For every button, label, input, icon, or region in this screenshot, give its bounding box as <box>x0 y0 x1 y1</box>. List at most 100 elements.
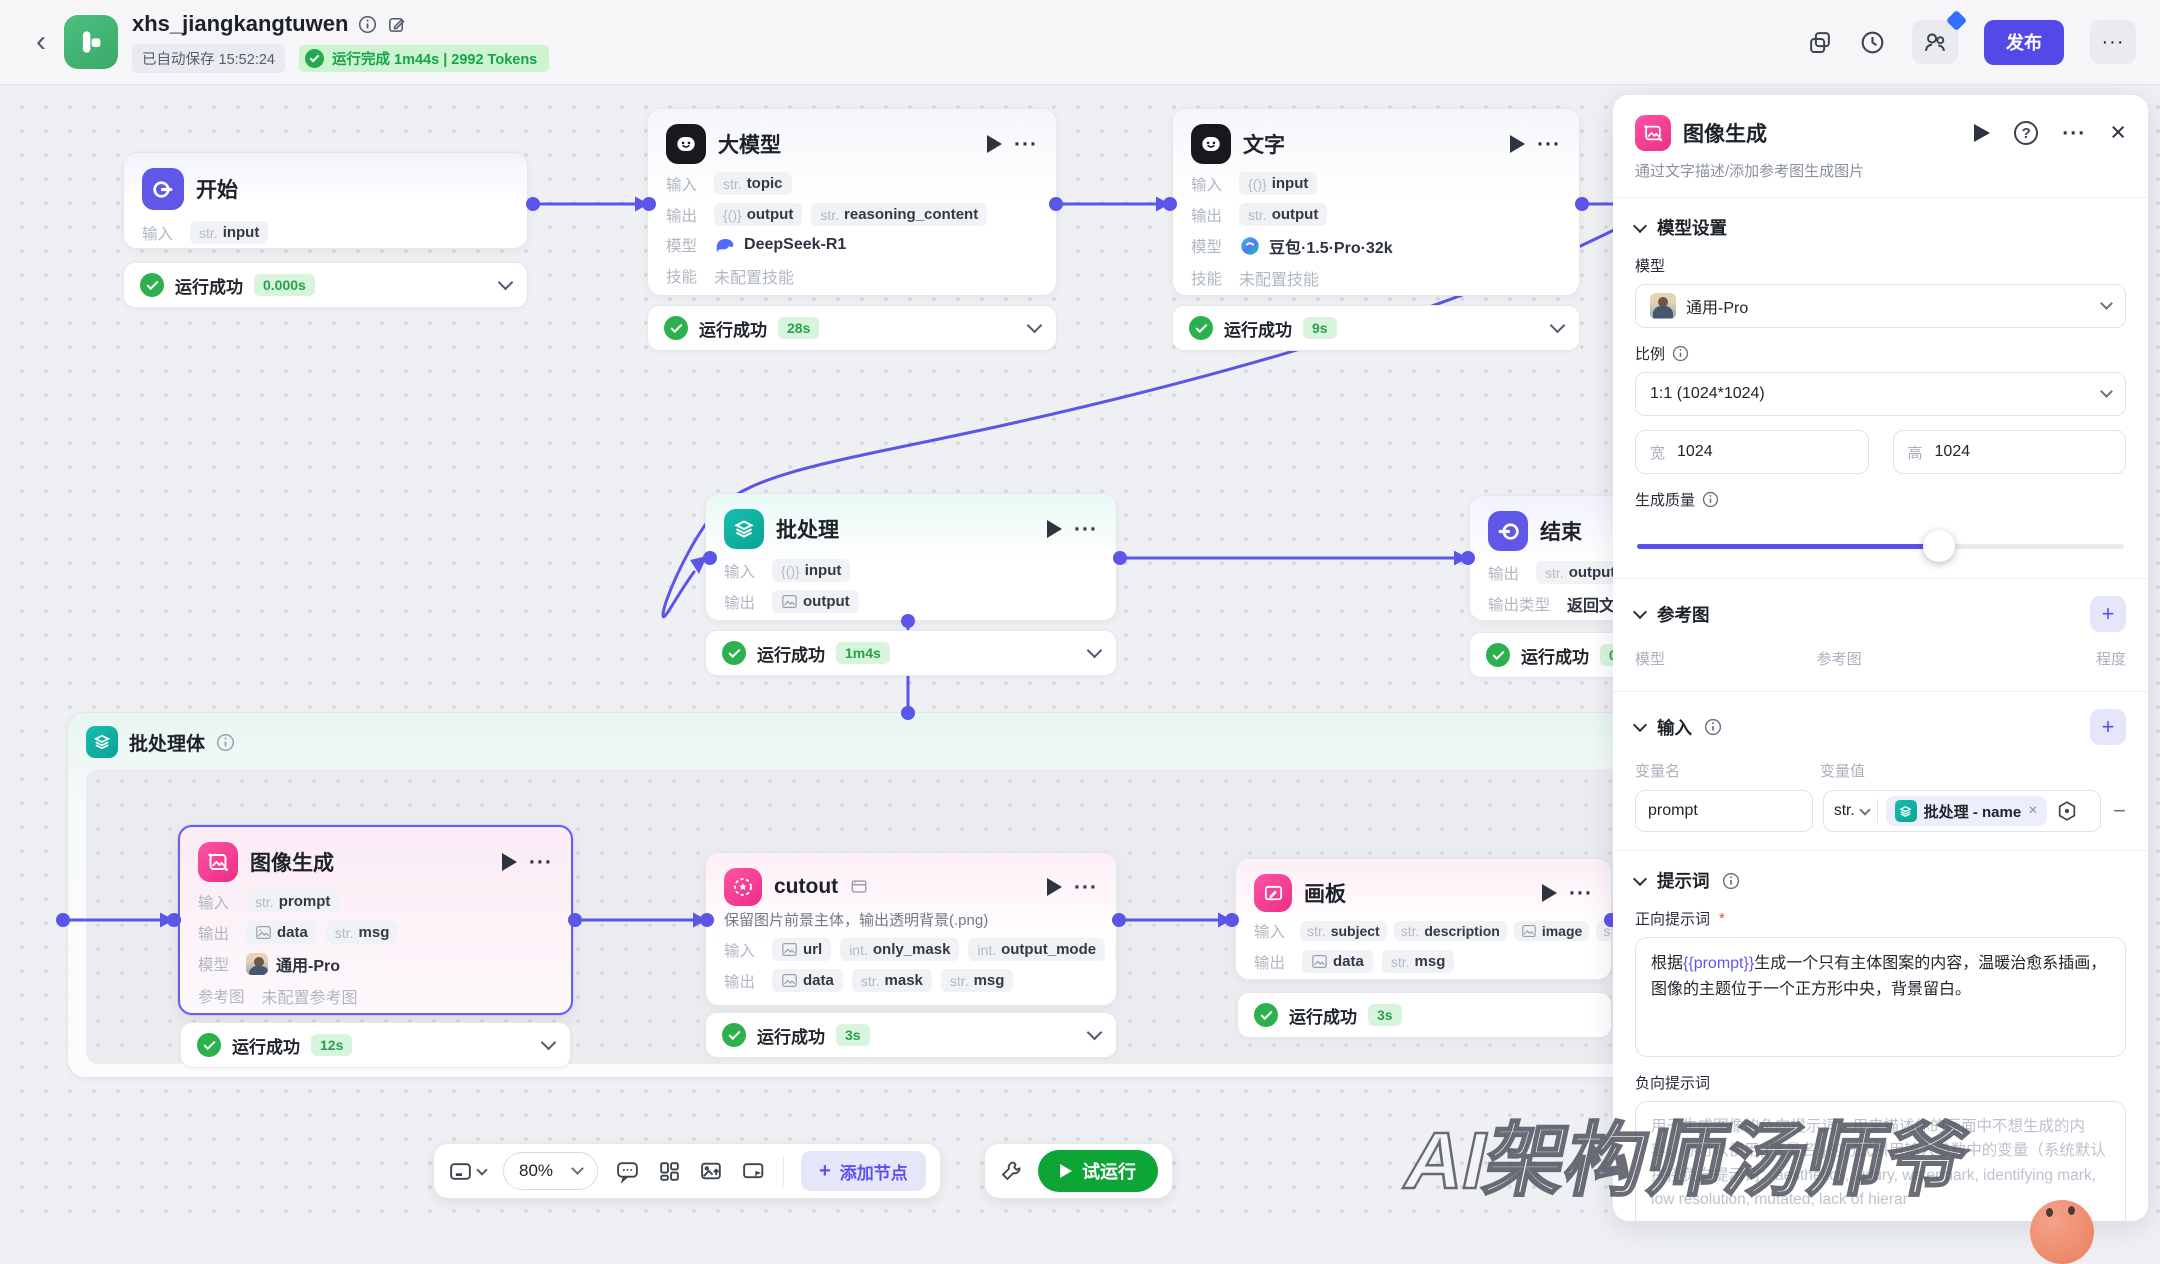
batch-icon <box>724 509 764 549</box>
node-board[interactable]: 画板 ··· 输入 str. subject str. description im… <box>1235 858 1612 980</box>
node-batch[interactable]: 批处理 ··· 输入 {()} input 输出 output <box>705 493 1117 621</box>
node-cutout[interactable]: cutout ··· 保留图片前景主体，输出透明背景(.png) 输入 url … <box>705 852 1117 1006</box>
param-badge: str. output <box>1239 203 1328 226</box>
run-status-image-generation[interactable]: 运行成功 12s <box>180 1022 571 1068</box>
edit-icon[interactable] <box>387 15 406 34</box>
node-llm[interactable]: 大模型 ··· 输入 str. topic 输出 {()} output str. r… <box>647 108 1057 296</box>
play-icon[interactable] <box>502 853 518 871</box>
more-icon[interactable]: ··· <box>529 852 553 873</box>
more-icon[interactable]: ··· <box>2062 123 2086 144</box>
info-icon[interactable] <box>358 15 377 34</box>
section-input[interactable]: 输入 + <box>1632 709 2126 745</box>
chevron-down-icon <box>2100 385 2113 398</box>
play-icon[interactable] <box>1510 135 1526 153</box>
chevron-down-icon <box>2100 297 2113 310</box>
more-icon[interactable]: ··· <box>1074 519 1098 540</box>
image-upload-icon[interactable] <box>699 1159 724 1184</box>
add-input-button[interactable]: + <box>2090 709 2126 745</box>
node-start[interactable]: 开始 输入 str. input <box>123 152 528 249</box>
run-status-start[interactable]: 运行成功 0.000s <box>123 262 528 308</box>
topbar: ‹ xhs_jiangkangtuwen 已自动保存 15:52:24 运行完成… <box>0 0 2160 85</box>
more-menu-button[interactable]: ··· <box>2090 20 2136 64</box>
success-icon <box>664 316 688 340</box>
run-status-board[interactable]: 运行成功 3s <box>1237 992 1612 1038</box>
export-canvas-icon[interactable] <box>741 1159 766 1184</box>
ratio-select[interactable]: 1:1 (1024*1024) <box>1635 372 2126 416</box>
success-icon <box>140 273 164 297</box>
param-badge: int. only_mask <box>840 938 960 961</box>
positive-prompt-label: 正向提示词 * <box>1635 910 1725 928</box>
add-reference-button[interactable]: + <box>2090 596 2126 632</box>
play-icon[interactable] <box>1047 878 1063 896</box>
chevron-down-icon[interactable] <box>1086 642 1103 659</box>
param-badge: image <box>1513 921 1590 941</box>
components-icon[interactable] <box>657 1159 682 1184</box>
run-status-text[interactable]: 运行成功 9s <box>1172 305 1580 351</box>
duplicate-icon[interactable] <box>1807 29 1833 55</box>
plus-icon: + <box>819 1159 831 1182</box>
chevron-down-icon[interactable] <box>540 1034 557 1051</box>
type-select[interactable]: str. <box>1834 802 1871 820</box>
param-badge: str. topic <box>714 172 792 195</box>
run-status-llm[interactable]: 运行成功 28s <box>647 305 1057 351</box>
run-status-cutout[interactable]: 运行成功 3s <box>705 1012 1117 1058</box>
doubao-icon <box>1241 237 1259 255</box>
chevron-down-icon[interactable] <box>497 274 514 291</box>
chevron-down-icon[interactable] <box>1549 317 1566 334</box>
section-model-settings[interactable]: 模型设置 <box>1632 215 2126 240</box>
more-icon[interactable]: ··· <box>1074 877 1098 898</box>
node-title: cutout <box>774 875 839 898</box>
success-icon <box>1189 316 1213 340</box>
more-icon[interactable]: ··· <box>1014 134 1038 155</box>
height-field[interactable]: 高 1024 <box>1892 430 2126 474</box>
wrench-icon[interactable] <box>999 1159 1023 1183</box>
back-icon[interactable]: ‹ <box>36 27 46 57</box>
test-run-button[interactable]: 试运行 <box>1038 1150 1158 1192</box>
add-node-button[interactable]: + 添加节点 <box>801 1151 926 1191</box>
width-field[interactable]: 宽 1024 <box>1635 430 1869 474</box>
node-text[interactable]: 文字 ··· 输入 {()} input 输出 str. output 模型 豆包·… <box>1172 108 1580 296</box>
collab-badge <box>1945 9 1968 32</box>
section-reference-image[interactable]: 参考图 + <box>1632 596 2126 632</box>
positive-prompt-textarea[interactable]: 根据{{prompt}}生成一个只有主体图案的内容，温暖治愈系插画，图像的主题位… <box>1635 937 2126 1057</box>
info-icon[interactable] <box>216 733 235 752</box>
param-badge: str. prompt <box>246 890 340 913</box>
more-icon[interactable]: ··· <box>1537 134 1561 155</box>
collaborators-button[interactable] <box>1912 9 1968 64</box>
node-title: 大模型 <box>718 134 781 157</box>
end-icon <box>1488 511 1528 551</box>
object-type-icon: {()} <box>1248 175 1267 192</box>
play-icon[interactable] <box>1542 884 1558 902</box>
slider-thumb[interactable] <box>1922 530 1955 562</box>
comment-icon[interactable] <box>615 1159 640 1184</box>
run-status-badge[interactable]: 运行完成 1m44s | 2992 Tokens <box>298 45 550 72</box>
play-icon[interactable] <box>987 135 1003 153</box>
history-icon[interactable] <box>1859 29 1886 56</box>
success-icon <box>197 1033 221 1057</box>
close-icon[interactable]: × <box>2110 119 2126 146</box>
settings-hex-icon[interactable] <box>2055 799 2079 823</box>
node-image-generation[interactable]: 图像生成 ··· 输入 str. prompt 输出 data str. msg 模… <box>178 825 573 1015</box>
chevron-down-icon[interactable] <box>1026 317 1043 334</box>
remove-reference-icon[interactable]: × <box>2028 802 2037 820</box>
mascot-ball[interactable] <box>2030 1200 2094 1264</box>
model-avatar <box>246 953 269 975</box>
quality-slider[interactable] <box>1637 530 2124 562</box>
run-status-batch[interactable]: 运行成功 1m4s <box>705 630 1117 676</box>
play-icon[interactable] <box>1047 520 1063 538</box>
node-config-panel: 图像生成 ? ··· × 通过文字描述/添加参考图生成图片 模型设置 模型 通用… <box>1613 95 2148 1221</box>
help-icon[interactable]: ? <box>2014 121 2039 145</box>
play-icon[interactable] <box>1974 124 1991 142</box>
chevron-down-icon[interactable] <box>1086 1024 1103 1041</box>
variable-name-input[interactable] <box>1635 790 1813 832</box>
zoom-select[interactable]: 80% <box>503 1152 599 1190</box>
more-icon[interactable]: ··· <box>1569 883 1593 904</box>
publish-button[interactable]: 发布 <box>1984 19 2064 65</box>
model-label: 模型 <box>1635 258 1666 275</box>
minimap-icon[interactable] <box>448 1159 488 1184</box>
variable-value-control[interactable]: str. 批处理 - name × <box>1823 790 2102 832</box>
variable-reference-tag[interactable]: 批处理 - name × <box>1885 796 2047 826</box>
section-prompt[interactable]: 提示词 <box>1632 868 2126 893</box>
remove-input-button[interactable]: − <box>2113 798 2126 824</box>
model-select[interactable]: 通用-Pro <box>1635 284 2126 328</box>
